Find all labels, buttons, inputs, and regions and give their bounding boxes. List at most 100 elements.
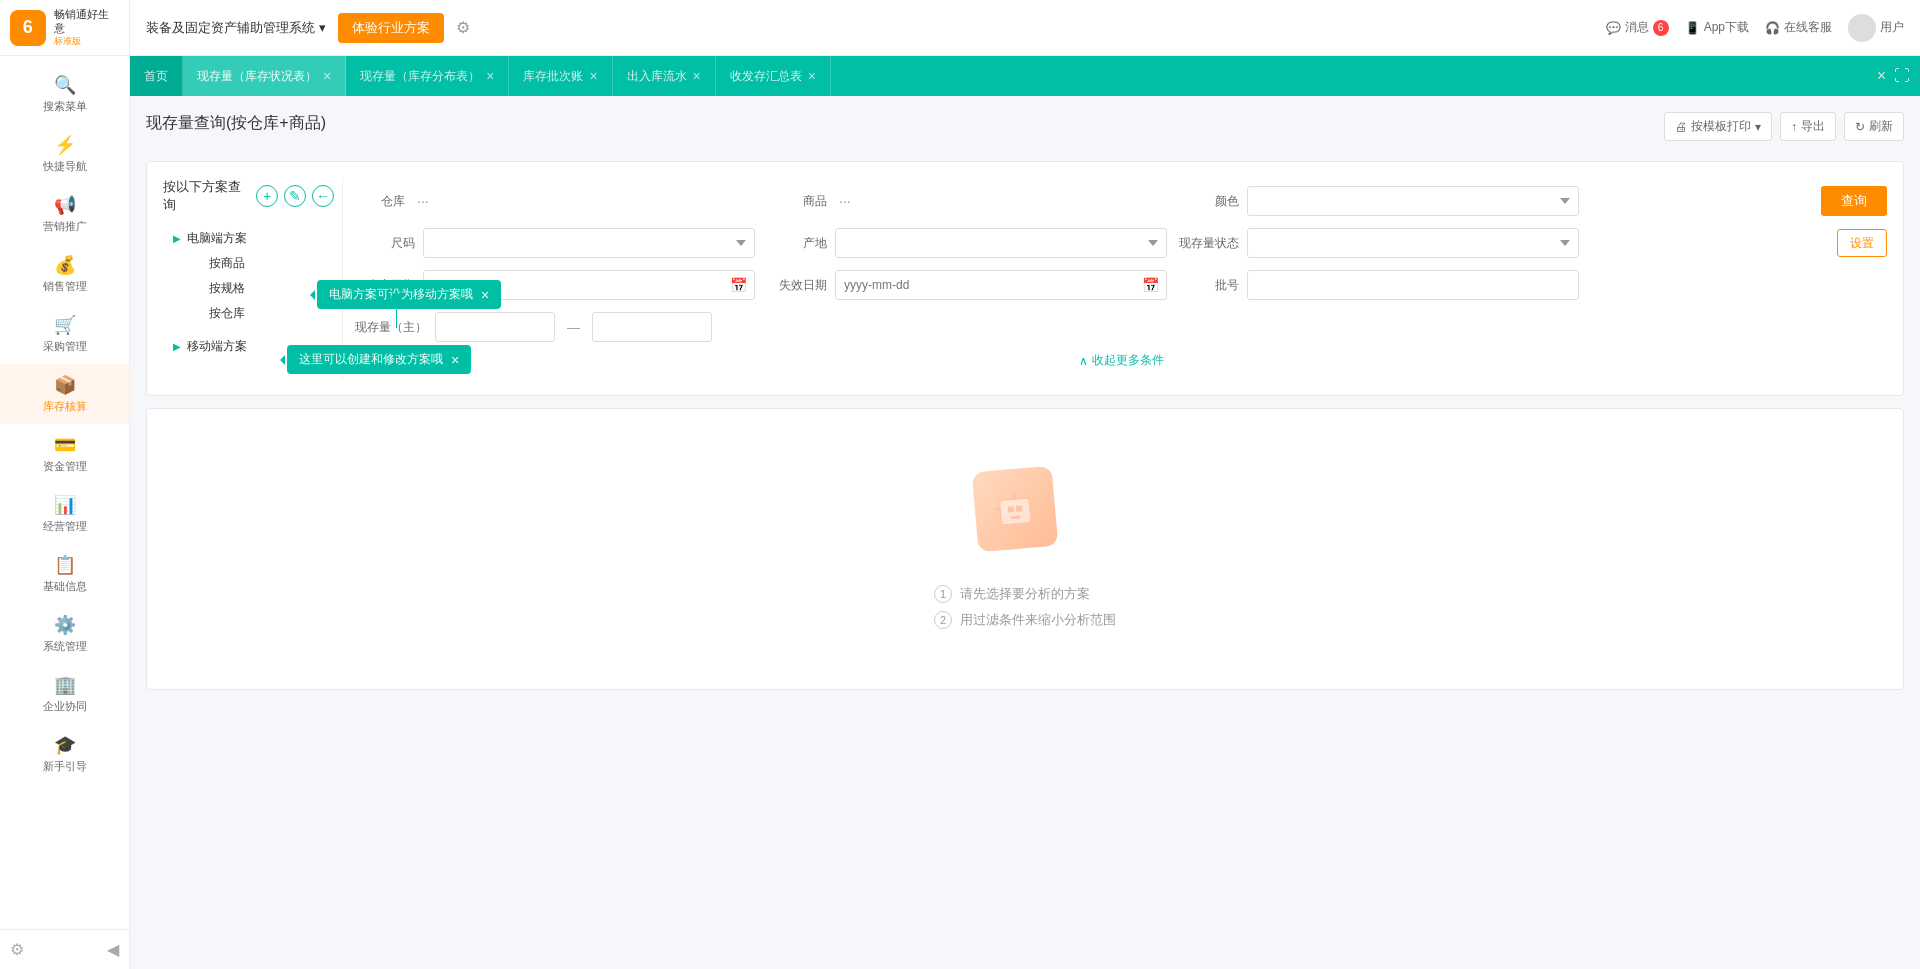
sidebar-item-finance[interactable]: 💳 资金管理	[0, 424, 129, 484]
chevron-down-icon: ▾	[1755, 120, 1761, 134]
collapse-label: 收起更多条件	[1092, 352, 1164, 369]
sidebar-item-label-newbie: 新手引导	[43, 759, 87, 774]
industry-btn[interactable]: 体验行业方案	[338, 13, 444, 43]
sidebar-item-newbie[interactable]: 🎓 新手引导	[0, 724, 129, 784]
tab-summary-close[interactable]: ×	[808, 69, 816, 83]
edit-scheme-btn[interactable]: ✎	[284, 185, 306, 207]
filter-actions: + ✎ ←	[256, 185, 334, 207]
sidebar-item-label-system: 系统管理	[43, 639, 87, 654]
enterprise-icon: 🏢	[54, 674, 76, 696]
sidebar-item-operations[interactable]: 📊 经营管理	[0, 484, 129, 544]
sidebar-item-search[interactable]: 🔍 搜索菜单	[0, 64, 129, 124]
svg-rect-1	[1008, 506, 1015, 513]
sidebar-item-quick[interactable]: ⚡ 快捷导航	[0, 124, 129, 184]
tab-flow[interactable]: 出入库流水 ×	[613, 56, 716, 96]
tab-expand-icon[interactable]: ⛶	[1894, 67, 1910, 85]
app-download-action[interactable]: 📱 App下载	[1685, 19, 1749, 36]
sidebar-item-sales[interactable]: 💰 销售管理	[0, 244, 129, 304]
sidebar-item-basic[interactable]: 📋 基础信息	[0, 544, 129, 604]
filter-row-1: 仓库 ··· 商品 ··· 颜色	[355, 186, 1887, 216]
size-select[interactable]	[423, 228, 755, 258]
tab-inventory-dist[interactable]: 现存量（库存分布表） ×	[346, 56, 509, 96]
newbie-icon: 🎓	[54, 734, 76, 756]
sidebar-item-system[interactable]: ⚙️ 系统管理	[0, 604, 129, 664]
tab-inventory-dist-close[interactable]: ×	[486, 69, 494, 83]
logo-badge: 标准版	[54, 35, 119, 48]
filter-field-quantity: 现存量（主） —	[355, 312, 855, 342]
product-dots[interactable]: ···	[835, 193, 855, 209]
collapse-up-icon: ∧	[1079, 354, 1088, 368]
expire-date-label: 失效日期	[767, 277, 827, 294]
tab-home[interactable]: 首页	[130, 56, 183, 96]
scheme-list: ▶ 电脑端方案 按商品 按规格 按仓库	[163, 226, 334, 359]
produce-date-calendar-icon[interactable]: 📅	[730, 277, 747, 293]
tab-inventory-status[interactable]: 现存量（库存状况表） ×	[183, 56, 346, 96]
filter-rows: 仓库 ··· 商品 ··· 颜色	[355, 178, 1887, 342]
expire-date-input[interactable]	[835, 270, 1167, 300]
back-scheme-btn[interactable]: ←	[312, 185, 334, 207]
sidebar-item-inventory[interactable]: 📦 库存核算	[0, 364, 129, 424]
scheme-item-by-product[interactable]: 按商品	[189, 251, 334, 276]
origin-select[interactable]	[835, 228, 1167, 258]
user-label: 用户	[1880, 19, 1904, 36]
sidebar: 6 畅销通好生意 标准版 🔍 搜索菜单 ⚡ 快捷导航 📢 营销推广 💰 销售管理…	[0, 0, 130, 969]
tab-inventory-status-close[interactable]: ×	[323, 69, 331, 83]
sidebar-item-label-sales: 销售管理	[43, 279, 87, 294]
filter-field-product: 商品 ···	[767, 193, 1167, 210]
filter-field-expire-date: 失效日期 📅	[767, 270, 1167, 300]
filter-field-warehouse: 仓库 ···	[355, 193, 755, 210]
tab-batch-close[interactable]: ×	[589, 69, 597, 83]
tab-home-label: 首页	[144, 68, 168, 85]
sidebar-item-marketing[interactable]: 📢 营销推广	[0, 184, 129, 244]
scheme-item-label-0: 按商品	[209, 255, 245, 272]
search-icon: 🔍	[54, 74, 76, 96]
quantity-to-input[interactable]	[592, 312, 712, 342]
tab-flow-close[interactable]: ×	[693, 69, 701, 83]
export-btn[interactable]: ↑ 导出	[1780, 112, 1836, 141]
messages-action[interactable]: 💬 消息 6	[1606, 19, 1669, 36]
system-icon: ⚙️	[54, 614, 76, 636]
quantity-from-input[interactable]	[435, 312, 555, 342]
collapse-row[interactable]: ∧ 收起更多条件	[355, 342, 1887, 379]
online-support-action[interactable]: 🎧 在线客服	[1765, 19, 1832, 36]
query-btn[interactable]: 查询	[1821, 186, 1887, 216]
add-scheme-btn[interactable]: +	[256, 185, 278, 207]
status-select[interactable]	[1247, 228, 1579, 258]
inventory-icon: 📦	[54, 374, 76, 396]
marketing-icon: 📢	[54, 194, 76, 216]
filter-row-2: 尺码 产地	[355, 228, 1887, 258]
status-select-wrapper	[1247, 228, 1579, 258]
template-print-btn[interactable]: 🖨 按模板打印 ▾	[1664, 112, 1772, 141]
batch-input[interactable]	[1247, 270, 1579, 300]
filter-field-color: 颜色	[1179, 186, 1579, 216]
scheme-tooltip-close[interactable]: ×	[481, 287, 489, 303]
tab-inventory-dist-label: 现存量（库存分布表）	[360, 68, 480, 85]
scheme-desktop[interactable]: ▶ 电脑端方案	[173, 226, 334, 251]
color-select[interactable]	[1247, 186, 1579, 216]
settings-btn[interactable]: 设置	[1837, 229, 1887, 257]
user-action[interactable]: 用户	[1848, 14, 1904, 42]
tab-batch[interactable]: 库存批次账 ×	[509, 56, 612, 96]
tab-summary[interactable]: 收发存汇总表 ×	[716, 56, 831, 96]
system-title-dropdown[interactable]: 装备及固定资产辅助管理系统 ▾	[146, 19, 326, 37]
collapse-sidebar-icon[interactable]: ◀	[107, 940, 119, 959]
scheme-item-by-warehouse[interactable]: 按仓库	[189, 301, 334, 326]
tab-batch-label: 库存批次账	[523, 68, 583, 85]
template-print-label: 按模板打印	[1691, 118, 1751, 135]
edit-tooltip-text: 这里可以创建和修改方案哦	[299, 351, 443, 368]
edit-tooltip-close[interactable]: ×	[451, 352, 459, 368]
warehouse-dots[interactable]: ···	[413, 193, 433, 209]
expire-date-calendar-icon[interactable]: 📅	[1142, 277, 1159, 293]
scheme-tooltip: 电脑方案可设为移动方案哦 ×	[317, 280, 501, 309]
sidebar-item-purchase[interactable]: 🛒 采购管理	[0, 304, 129, 364]
message-icon: 💬	[1606, 21, 1621, 35]
logo-icon: 6	[10, 10, 46, 46]
settings-bottom-icon[interactable]: ⚙	[10, 940, 24, 959]
product-label: 商品	[767, 193, 827, 210]
tab-close-all-icon[interactable]: ×	[1877, 67, 1886, 85]
refresh-btn[interactable]: ↻ 刷新	[1844, 112, 1904, 141]
gear-icon[interactable]: ⚙	[456, 18, 470, 37]
action-bar: 🖨 按模板打印 ▾ ↑ 导出 ↻ 刷新	[1664, 112, 1904, 141]
filter-field-origin: 产地	[767, 228, 1167, 258]
sidebar-item-enterprise[interactable]: 🏢 企业协同	[0, 664, 129, 724]
